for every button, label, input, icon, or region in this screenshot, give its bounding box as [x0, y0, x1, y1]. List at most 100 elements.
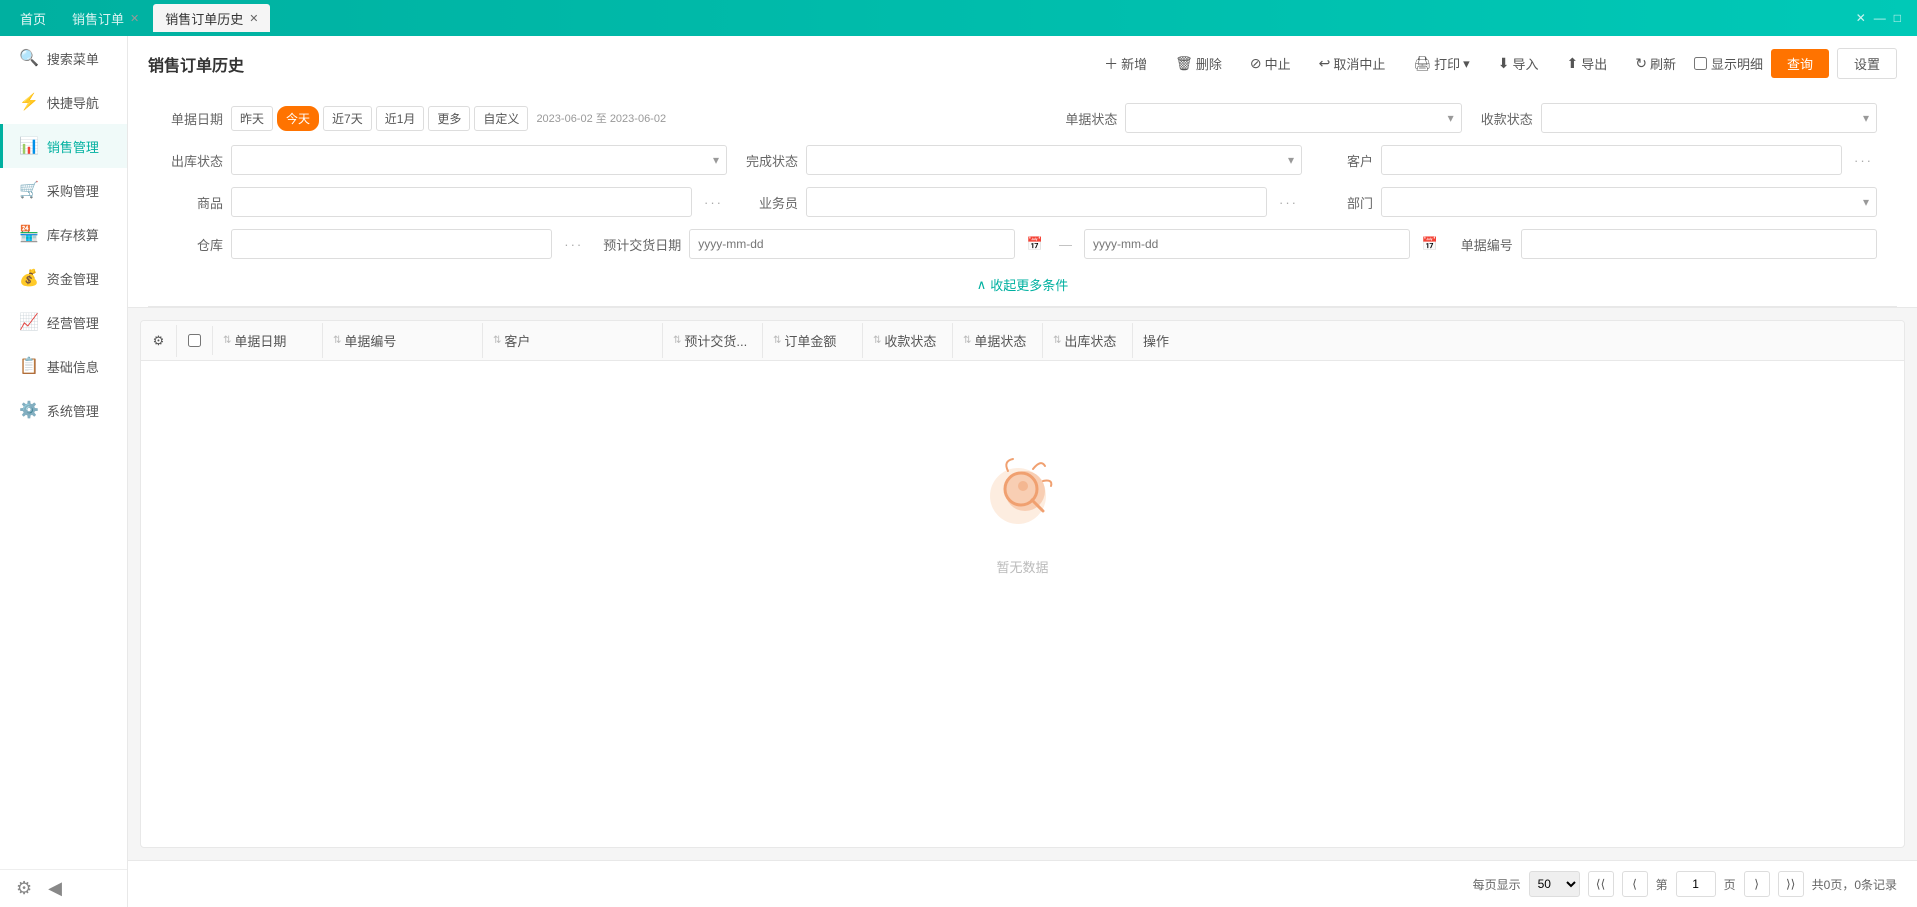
th-customer-icon[interactable]: ⇅ [493, 335, 501, 346]
new-button[interactable]: ＋ 新增 [1094, 49, 1157, 79]
cancel-stop-button[interactable]: ↩ 取消中止 [1309, 49, 1396, 78]
settings-icon[interactable]: ⚙ [153, 333, 165, 349]
department-select-wrapper[interactable] [1381, 187, 1877, 217]
th-amount-icon[interactable]: ⇅ [773, 335, 781, 346]
filter-row-2: 出库状态 完成状态 [168, 145, 1877, 175]
th-pay-status-icon[interactable]: ⇅ [873, 335, 881, 346]
th-warehouse-status-icon[interactable]: ⇅ [1053, 335, 1061, 346]
customer-input[interactable] [1381, 145, 1842, 175]
salesperson-label: 业务员 [743, 193, 798, 212]
date-1month-btn[interactable]: 近1月 [376, 106, 425, 131]
sidebar-item-sales-label: 销售管理 [47, 137, 99, 156]
export-button[interactable]: ⬆ 导出 [1556, 49, 1617, 78]
print-dropdown-icon: ▾ [1463, 56, 1470, 72]
customer-dots-btn[interactable]: ··· [1850, 153, 1877, 168]
tab-sales-order-history[interactable]: 销售订单历史 ✕ [153, 4, 270, 32]
sidebar-item-sales[interactable]: 📊 销售管理 [0, 124, 127, 168]
th-check[interactable] [177, 326, 213, 355]
collapse-row[interactable]: ∧ 收起更多条件 [168, 271, 1877, 294]
import-button[interactable]: ⬇ 导入 [1488, 49, 1549, 78]
tab-home[interactable]: 首页 [8, 4, 58, 32]
quick-nav-icon: ⚡ [19, 92, 39, 112]
th-num-icon[interactable]: ⇅ [333, 335, 341, 346]
warehouse-status-select-wrapper[interactable] [231, 145, 727, 175]
select-all-checkbox[interactable] [188, 334, 201, 347]
tab-sales-order[interactable]: 销售订单 ✕ [60, 4, 151, 32]
complete-status-select[interactable] [806, 145, 1302, 175]
page-number-input[interactable] [1676, 871, 1716, 897]
topbar-close-icon[interactable]: ✕ [1856, 11, 1866, 25]
home-tab-label: 首页 [20, 9, 46, 28]
warehouse-input[interactable] [231, 229, 552, 259]
delete-button[interactable]: 🗑 删除 [1165, 49, 1232, 78]
sidebar-item-basic-info[interactable]: 📋 基础信息 [0, 344, 127, 388]
date-yesterday-btn[interactable]: 昨天 [231, 106, 273, 131]
salesperson-dots-btn[interactable]: ··· [1275, 195, 1302, 210]
sidebar-collapse-icon[interactable]: ◀ [48, 878, 62, 899]
next-page-btn[interactable]: ⟩ [1744, 871, 1770, 897]
warehouse-status-select[interactable] [231, 145, 727, 175]
order-status-select[interactable] [1125, 103, 1461, 133]
topbar-minimize-icon[interactable]: — [1874, 11, 1886, 25]
stop-button[interactable]: ⊘ 中止 [1240, 49, 1301, 78]
sidebar: 🔍 搜索菜单 ⚡ 快捷导航 📊 销售管理 🛒 采购管理 🏪 库存核算 💰 资金管… [0, 36, 128, 907]
refresh-button[interactable]: ↻ 刷新 [1625, 49, 1686, 78]
th-customer-label: 客户 [504, 331, 530, 350]
order-number-input[interactable] [1521, 229, 1877, 259]
import-button-label: 导入 [1512, 54, 1538, 73]
prev-page-btn[interactable]: ⟨ [1622, 871, 1648, 897]
last-page-btn[interactable]: ⟩⟩ [1778, 871, 1804, 897]
th-delivery: ⇅ 预计交货... [663, 323, 763, 358]
complete-status-select-wrapper[interactable] [806, 145, 1302, 175]
date-custom-btn[interactable]: 自定义 [474, 106, 528, 131]
delivery-date-end-input[interactable] [1084, 229, 1410, 259]
delete-icon: 🗑 [1175, 55, 1193, 72]
refresh-button-label: 刷新 [1650, 54, 1676, 73]
sidebar-item-inventory[interactable]: 🏪 库存核算 [0, 212, 127, 256]
toolbar: ＋ 新增 🗑 删除 ⊘ 中止 ↩ 取消中止 [1094, 48, 1897, 79]
payment-status-select-wrapper[interactable] [1541, 103, 1877, 133]
th-date-icon[interactable]: ⇅ [223, 335, 231, 346]
print-button[interactable]: 🖨 打印 ▾ [1403, 49, 1479, 78]
show-details-checkbox[interactable] [1694, 57, 1707, 70]
filter-row-4: 仓库 ··· 预计交货日期 📅 — 📅 单据编号 [168, 229, 1877, 259]
topbar-maximize-icon[interactable]: □ [1894, 11, 1901, 25]
delivery-date-start-input[interactable] [689, 229, 1015, 259]
sidebar-item-operations[interactable]: 📈 经营管理 [0, 300, 127, 344]
date-7days-btn[interactable]: 近7天 [323, 106, 372, 131]
payment-status-filter: 收款状态 [1478, 103, 1877, 133]
th-settings[interactable]: ⚙ [141, 325, 177, 357]
date-today-btn[interactable]: 今天 [277, 106, 319, 131]
per-page-select[interactable]: 50 20 100 [1529, 871, 1580, 897]
sidebar-item-purchase[interactable]: 🛒 采购管理 [0, 168, 127, 212]
sidebar-item-search[interactable]: 🔍 搜索菜单 [0, 36, 127, 80]
delivery-date-calendar-icon-2[interactable]: 📅 [1418, 236, 1442, 252]
settings-button[interactable]: 设置 [1837, 48, 1897, 79]
sidebar-item-quick-nav[interactable]: ⚡ 快捷导航 [0, 80, 127, 124]
delivery-date-calendar-icon-1[interactable]: 📅 [1023, 236, 1047, 252]
order-status-select-wrapper[interactable] [1125, 103, 1461, 133]
th-order-status-icon[interactable]: ⇅ [963, 335, 971, 346]
salesperson-input[interactable] [806, 187, 1267, 217]
date-more-btn[interactable]: 更多 [428, 106, 470, 131]
page-word: 第 [1656, 876, 1668, 893]
sidebar-item-finance[interactable]: 💰 资金管理 [0, 256, 127, 300]
customer-filter: 客户 ··· [1318, 145, 1877, 175]
sidebar-settings-icon[interactable]: ⚙ [16, 878, 32, 899]
th-delivery-icon[interactable]: ⇅ [673, 335, 681, 346]
first-page-btn[interactable]: ⟨⟨ [1588, 871, 1614, 897]
date-filter-buttons: 昨天 今天 近7天 近1月 更多 自定义 2023-06-02 至 2023-0… [231, 106, 1046, 131]
product-dots-btn[interactable]: ··· [700, 195, 727, 210]
order-number-filter: 单据编号 [1458, 229, 1877, 259]
department-select[interactable] [1381, 187, 1877, 217]
show-details-checkbox-label[interactable]: 显示明细 [1694, 54, 1763, 73]
warehouse-dots-btn[interactable]: ··· [560, 237, 587, 252]
payment-status-select[interactable] [1541, 103, 1877, 133]
query-button[interactable]: 查询 [1771, 49, 1829, 78]
new-button-label: 新增 [1121, 54, 1147, 73]
product-input[interactable] [231, 187, 692, 217]
sales-order-tab-close[interactable]: ✕ [130, 12, 139, 25]
top-bar: 首页 销售订单 ✕ 销售订单历史 ✕ ✕ — □ [0, 0, 1917, 36]
sidebar-item-system[interactable]: ⚙️ 系统管理 [0, 388, 127, 432]
sales-order-history-tab-close[interactable]: ✕ [249, 12, 258, 25]
